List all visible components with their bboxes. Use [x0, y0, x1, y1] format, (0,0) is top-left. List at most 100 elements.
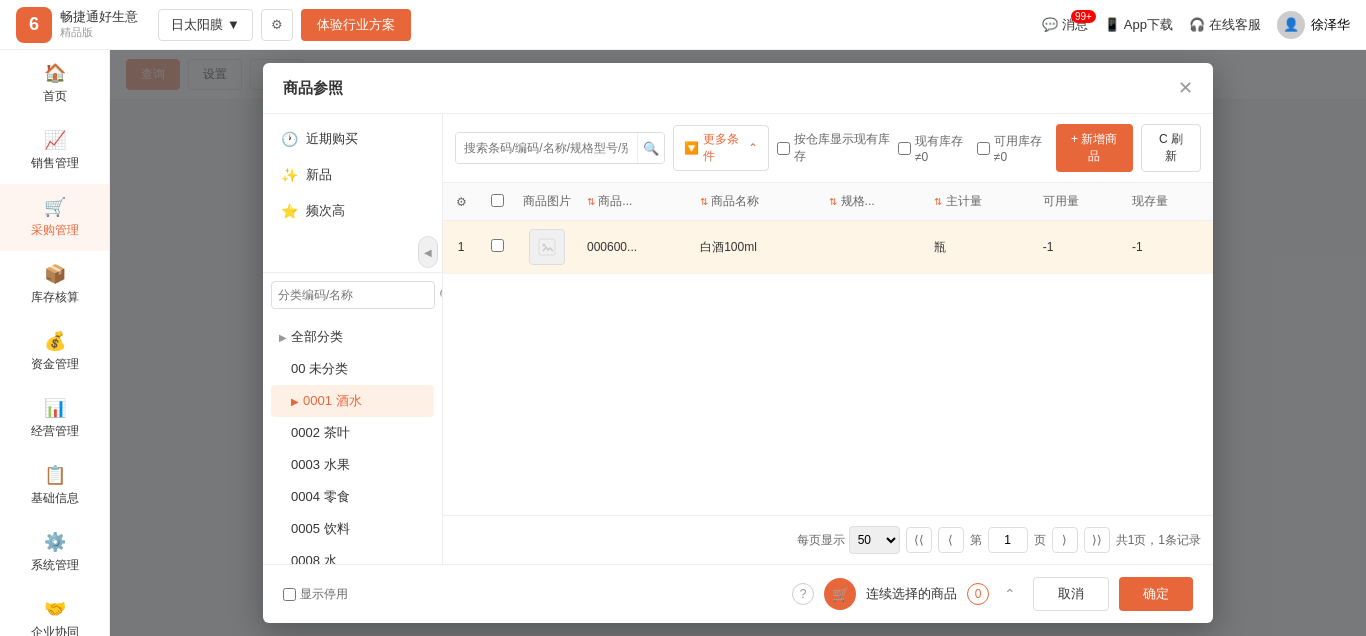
- settings-gear-btn[interactable]: ⚙: [261, 9, 293, 41]
- modal-header: 商品参照 ✕: [263, 63, 1213, 114]
- col-spec-sort-icon: ⇅: [829, 196, 837, 207]
- sidebar-item-system[interactable]: ⚙️ 系统管理: [0, 519, 109, 586]
- sidebar-item-sales[interactable]: 📈 销售管理: [0, 117, 109, 184]
- page-prev-btn[interactable]: ⟨: [938, 527, 964, 553]
- category-search-input[interactable]: [271, 281, 435, 309]
- tree-item-fruit[interactable]: 0003 水果: [271, 449, 434, 481]
- col-name[interactable]: ⇅ 商品名称: [692, 183, 821, 221]
- sidebar-item-collab[interactable]: 🤝 企业协同: [0, 586, 109, 636]
- help-icon[interactable]: ?: [792, 583, 814, 605]
- service-label: 在线客服: [1209, 16, 1261, 34]
- tree-item-uncat[interactable]: 00 未分类: [271, 353, 434, 385]
- col-unit[interactable]: ⇅ 主计量: [926, 183, 1035, 221]
- nav-label: 日太阳膜: [171, 16, 223, 34]
- left-tab-recent[interactable]: 🕐 近期购买: [271, 122, 434, 156]
- tree-label-all: 全部分类: [291, 328, 343, 346]
- tree-item-snack[interactable]: 0004 零食: [271, 481, 434, 513]
- product-table: ⚙ 商品图片 ⇅: [443, 183, 1213, 274]
- refresh-btn[interactable]: C 刷新: [1141, 124, 1201, 172]
- collapse-left-panel-btn[interactable]: ◀: [418, 236, 438, 268]
- tree-item-all[interactable]: ▶ 全部分类: [271, 321, 434, 353]
- col-code-sort-icon: ⇅: [587, 196, 595, 207]
- system-icon: ⚙️: [44, 531, 66, 553]
- show-disabled-label[interactable]: 显示停用: [283, 586, 348, 603]
- table-body: 1: [443, 221, 1213, 274]
- footer-left: 显示停用: [283, 586, 348, 603]
- row-checkbox-cell[interactable]: [479, 221, 515, 274]
- user-name: 徐泽华: [1311, 16, 1350, 34]
- tree-item-water[interactable]: 0008 水: [271, 545, 434, 564]
- main-content: 查询 设置 刷新 商品参照 ✕ 🕐: [110, 50, 1366, 636]
- modal-close-btn[interactable]: ✕: [1178, 77, 1193, 99]
- sidebar-item-purchase[interactable]: 🛒 采购管理: [0, 184, 109, 251]
- trial-btn[interactable]: 体验行业方案: [301, 9, 411, 41]
- col-spec[interactable]: ⇅ 规格...: [821, 183, 926, 221]
- select-all-checkbox[interactable]: [491, 194, 504, 207]
- left-tab-frequent[interactable]: ⭐ 频次高: [271, 194, 434, 228]
- tree-item-liquor[interactable]: ▶ 0001 酒水: [271, 385, 434, 417]
- sidebar-item-home[interactable]: 🏠 首页: [0, 50, 109, 117]
- sidebar-label-collab: 企业协同: [31, 624, 79, 636]
- row-code: 000600...: [579, 221, 692, 274]
- page-last-btn[interactable]: ⟩⟩: [1084, 527, 1110, 553]
- tree-item-tea[interactable]: 0002 茶叶: [271, 417, 434, 449]
- checkbox-warehouse-input[interactable]: [777, 142, 790, 155]
- sidebar-item-finance[interactable]: 💰 资金管理: [0, 318, 109, 385]
- logo-text: 畅捷通好生意: [60, 9, 138, 26]
- message-icon: 💬: [1042, 17, 1058, 32]
- sidebar-label-purchase: 采购管理: [31, 222, 79, 239]
- left-tab-new[interactable]: ✨ 新品: [271, 158, 434, 192]
- page-number-input[interactable]: [988, 527, 1028, 553]
- sidebar-label-basic: 基础信息: [31, 490, 79, 507]
- modal-body: 🕐 近期购买 ✨ 新品 ⭐ 频次高: [263, 114, 1213, 564]
- collapse-footer-btn[interactable]: ⌃: [999, 583, 1021, 605]
- col-settings[interactable]: ⚙: [443, 183, 479, 221]
- filter-label: 更多条件: [703, 131, 743, 165]
- modal-title: 商品参照: [283, 79, 343, 98]
- app-icon: 📱: [1104, 17, 1120, 32]
- add-product-btn[interactable]: + 新增商品: [1056, 124, 1133, 172]
- col-stock: 现存量: [1124, 183, 1213, 221]
- checkbox-nonzero-stock-input[interactable]: [898, 142, 911, 155]
- confirm-btn[interactable]: 确定: [1119, 577, 1193, 611]
- sidebar-label-finance: 资金管理: [31, 356, 79, 373]
- left-panel-search: 🔍: [263, 272, 442, 317]
- row-img-cell: [515, 221, 579, 274]
- customer-service-btn[interactable]: 🎧 在线客服: [1189, 16, 1261, 34]
- user-info[interactable]: 👤 徐泽华: [1277, 11, 1350, 39]
- tree-label-water: 0008 水: [291, 552, 337, 564]
- sidebar-item-inventory[interactable]: 📦 库存核算: [0, 251, 109, 318]
- more-filter-btn[interactable]: 🔽 更多条件 ⌃: [673, 125, 768, 171]
- product-search-btn[interactable]: 🔍: [637, 133, 664, 163]
- col-checkbox: [479, 183, 515, 221]
- message-btn[interactable]: 💬 消息 99+: [1042, 16, 1088, 34]
- product-search-input[interactable]: [456, 133, 637, 163]
- table-row[interactable]: 1: [443, 221, 1213, 274]
- left-panel-tabs: 🕐 近期购买 ✨ 新品 ⭐ 频次高: [263, 114, 442, 236]
- cart-icon[interactable]: 🛒: [824, 578, 856, 610]
- checkbox-nonzero-stock[interactable]: 现有库存≠0: [898, 133, 969, 164]
- cancel-btn[interactable]: 取消: [1033, 577, 1109, 611]
- show-disabled-checkbox[interactable]: [283, 588, 296, 601]
- checkbox-nonzero-available[interactable]: 可用库存≠0: [977, 133, 1048, 164]
- basic-icon: 📋: [44, 464, 66, 486]
- page-first-btn[interactable]: ⟨⟨: [906, 527, 932, 553]
- filter-chevron-icon: ⌃: [748, 141, 758, 155]
- sidebar-label-management: 经营管理: [31, 423, 79, 440]
- checkbox-nonzero-available-input[interactable]: [977, 142, 990, 155]
- tree-item-beverage[interactable]: 0005 饮料: [271, 513, 434, 545]
- row-num: 1: [443, 221, 479, 274]
- page-next-btn[interactable]: ⟩: [1052, 527, 1078, 553]
- tree-arrow-liquor: ▶: [291, 396, 299, 407]
- logo-icon: 6: [16, 7, 52, 43]
- page-size-select[interactable]: 50 100 200: [849, 526, 900, 554]
- col-code[interactable]: ⇅ 商品...: [579, 183, 692, 221]
- checkbox-warehouse[interactable]: 按仓库显示现有库存: [777, 131, 890, 165]
- sidebar-item-basic[interactable]: 📋 基础信息: [0, 452, 109, 519]
- tree-label-tea: 0002 茶叶: [291, 424, 350, 442]
- app-download-btn[interactable]: 📱 App下载: [1104, 16, 1173, 34]
- nav-dropdown[interactable]: 日太阳膜 ▼: [158, 9, 253, 41]
- row-checkbox[interactable]: [491, 239, 504, 252]
- sidebar-item-management[interactable]: 📊 经营管理: [0, 385, 109, 452]
- row-unit: 瓶: [926, 221, 1035, 274]
